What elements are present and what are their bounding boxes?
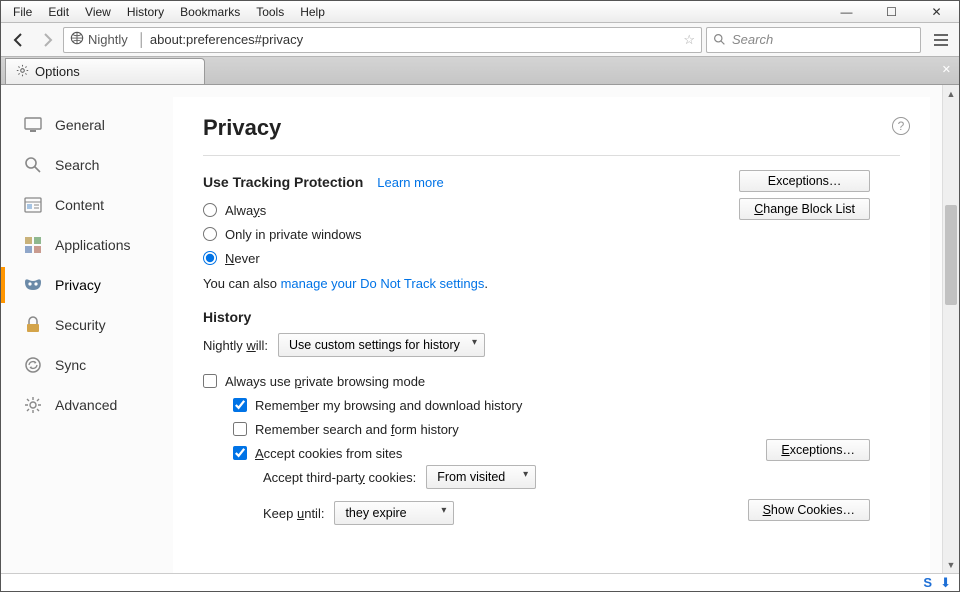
menu-bookmarks[interactable]: Bookmarks bbox=[172, 3, 248, 21]
window-minimize-button[interactable]: — bbox=[824, 1, 869, 23]
download-arrow-icon[interactable]: ⬇ bbox=[940, 575, 951, 591]
window-close-button[interactable]: ✕ bbox=[914, 1, 959, 23]
search-icon bbox=[713, 33, 726, 46]
tracking-private-label: Only in private windows bbox=[225, 227, 362, 242]
tracking-never-label: Never bbox=[225, 251, 260, 266]
tracking-heading: Use Tracking Protection bbox=[203, 174, 363, 190]
category-label: Search bbox=[55, 157, 99, 173]
search-placeholder: Search bbox=[732, 32, 773, 47]
accept-cookies-label: Accept cookies from sites bbox=[255, 446, 402, 461]
category-label: Privacy bbox=[55, 277, 101, 293]
menu-file[interactable]: File bbox=[5, 3, 40, 21]
scroll-up-arrow[interactable]: ▲ bbox=[943, 85, 959, 102]
menu-edit[interactable]: Edit bbox=[40, 3, 77, 21]
scroll-down-arrow[interactable]: ▼ bbox=[943, 556, 959, 573]
tabs-close-icon[interactable]: ✕ bbox=[942, 63, 951, 76]
apps-icon bbox=[23, 235, 43, 255]
gear-icon bbox=[16, 64, 29, 80]
third-party-cookies-select[interactable]: From visited bbox=[426, 465, 536, 489]
url-text: about:preferences#privacy bbox=[150, 32, 303, 47]
category-label: Security bbox=[55, 317, 106, 333]
private-browsing-checkbox[interactable] bbox=[203, 374, 217, 388]
tracking-private-radio[interactable] bbox=[203, 227, 217, 241]
category-sync[interactable]: Sync bbox=[1, 345, 161, 385]
identity-label: Nightly bbox=[88, 32, 128, 47]
change-blocklist-button[interactable]: Change Block List bbox=[739, 198, 870, 220]
tracking-never-radio[interactable] bbox=[203, 251, 217, 265]
category-security[interactable]: Security bbox=[1, 305, 161, 345]
dnt-settings-link[interactable]: manage your Do Not Track settings bbox=[281, 276, 485, 291]
category-label: General bbox=[55, 117, 105, 133]
menu-history[interactable]: History bbox=[119, 3, 172, 21]
hamburger-menu-button[interactable] bbox=[929, 28, 953, 52]
tracking-learn-more-link[interactable]: Learn more bbox=[377, 175, 443, 190]
show-cookies-button[interactable]: Show Cookies… bbox=[748, 499, 870, 521]
back-button[interactable] bbox=[7, 28, 31, 52]
remember-search-checkbox[interactable] bbox=[233, 422, 247, 436]
keep-until-select[interactable]: they expire bbox=[334, 501, 454, 525]
category-label: Advanced bbox=[55, 397, 117, 413]
remember-search-label: Remember search and form history bbox=[255, 422, 459, 437]
category-content[interactable]: Content bbox=[1, 185, 161, 225]
menu-help[interactable]: Help bbox=[292, 3, 333, 21]
url-bar[interactable]: Nightly │ about:preferences#privacy ☆ bbox=[63, 27, 702, 53]
accept-cookies-checkbox[interactable] bbox=[233, 446, 247, 460]
private-browsing-label: Always use private browsing mode bbox=[225, 374, 425, 389]
preferences-main-panel: ? Privacy Exceptions… Change Block List … bbox=[173, 97, 930, 573]
remember-browsing-checkbox[interactable] bbox=[233, 398, 247, 412]
category-label: Applications bbox=[55, 237, 131, 253]
category-applications[interactable]: Applications bbox=[1, 225, 161, 265]
globe-icon bbox=[70, 31, 84, 48]
help-icon[interactable]: ? bbox=[892, 117, 910, 135]
history-heading: History bbox=[203, 309, 251, 325]
category-search[interactable]: Search bbox=[1, 145, 161, 185]
history-will-label: Nightly will: bbox=[203, 338, 268, 353]
dnt-note-prefix: You can also bbox=[203, 276, 281, 291]
tab-options[interactable]: Options bbox=[5, 58, 205, 84]
cookies-exceptions-button[interactable]: Exceptions… bbox=[766, 439, 870, 461]
preferences-category-list: General Search Content Applications Priv… bbox=[1, 85, 161, 573]
window-maximize-button[interactable]: ☐ bbox=[869, 1, 914, 23]
bookmark-star-icon[interactable]: ☆ bbox=[683, 32, 695, 48]
category-general[interactable]: General bbox=[1, 105, 161, 145]
history-mode-select[interactable]: Use custom settings for history bbox=[278, 333, 485, 357]
page-title: Privacy bbox=[203, 115, 900, 141]
tracking-exceptions-button[interactable]: Exceptions… bbox=[739, 170, 870, 192]
category-label: Sync bbox=[55, 357, 86, 373]
search-icon bbox=[23, 155, 43, 175]
menu-view[interactable]: View bbox=[77, 3, 119, 21]
tracking-always-radio[interactable] bbox=[203, 203, 217, 217]
nav-toolbar: Nightly │ about:preferences#privacy ☆ Se… bbox=[1, 23, 959, 57]
category-label: Content bbox=[55, 197, 104, 213]
third-party-label: Accept third-party cookies: bbox=[263, 470, 416, 485]
tracking-always-label: Always bbox=[225, 203, 266, 218]
menubar: File Edit View History Bookmarks Tools H… bbox=[1, 1, 959, 23]
lock-icon bbox=[23, 315, 43, 335]
status-s-icon[interactable]: S bbox=[923, 575, 932, 590]
identity-box[interactable]: Nightly bbox=[70, 27, 134, 53]
gear-icon bbox=[23, 395, 43, 415]
tab-strip: Options ✕ bbox=[1, 57, 959, 85]
forward-button[interactable] bbox=[35, 28, 59, 52]
category-advanced[interactable]: Advanced bbox=[1, 385, 161, 425]
search-bar[interactable]: Search bbox=[706, 27, 921, 53]
vertical-scrollbar[interactable]: ▲ ▼ bbox=[942, 85, 959, 573]
menu-tools[interactable]: Tools bbox=[248, 3, 292, 21]
status-bar: S ⬇ bbox=[1, 573, 959, 591]
keep-until-label: Keep until: bbox=[263, 506, 324, 521]
content-icon bbox=[23, 195, 43, 215]
remember-browsing-label: Remember my browsing and download histor… bbox=[255, 398, 522, 413]
monitor-icon bbox=[23, 115, 43, 135]
scroll-thumb[interactable] bbox=[945, 205, 957, 305]
sync-icon bbox=[23, 355, 43, 375]
mask-icon bbox=[23, 275, 43, 295]
tab-label: Options bbox=[35, 64, 80, 79]
category-privacy[interactable]: Privacy bbox=[1, 265, 161, 305]
